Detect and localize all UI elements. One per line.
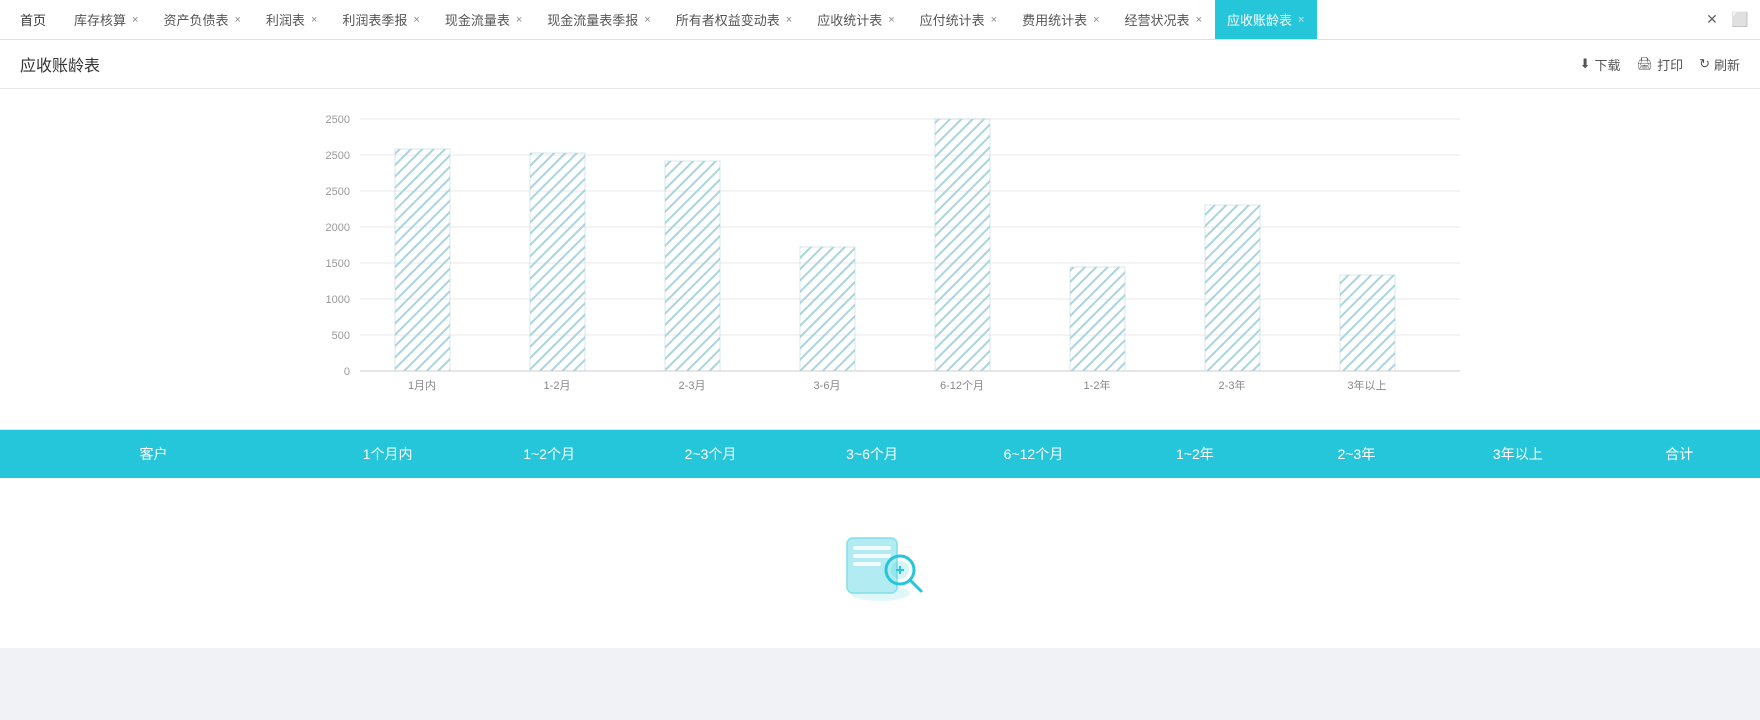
- svg-text:0: 0: [344, 366, 350, 378]
- svg-text:1500: 1500: [326, 258, 350, 270]
- tab-ar-stats[interactable]: 应收统计表 ×: [805, 0, 907, 40]
- tab-close-cashflow-quarterly[interactable]: ×: [644, 14, 650, 26]
- bar-1月内: [395, 149, 450, 371]
- chart-container: 2500 2500 2500 2000 1500 1000 500 0 1月内 …: [40, 109, 1720, 409]
- empty-state: [0, 478, 1760, 648]
- maximize-button[interactable]: ⬜: [1732, 12, 1748, 28]
- svg-text:3-6月: 3-6月: [814, 380, 841, 392]
- refresh-icon: ↻: [1699, 56, 1710, 72]
- tab-label-balance-sheet: 资产负债表: [163, 10, 228, 29]
- tab-home[interactable]: 首页: [4, 10, 62, 29]
- tab-close-ap-stats[interactable]: ×: [991, 14, 997, 26]
- table-col-5: 6~12个月: [953, 430, 1114, 478]
- table-col-9: 合计: [1599, 430, 1760, 478]
- tab-ar-aging[interactable]: 应收账龄表 ×: [1215, 0, 1317, 40]
- tab-close-equity[interactable]: ×: [786, 14, 792, 26]
- tab-balance-sheet[interactable]: 资产负债表 ×: [151, 0, 253, 40]
- table-col-4: 3~6个月: [791, 430, 952, 478]
- tab-label-inventory: 库存核算: [74, 10, 126, 29]
- tab-operation-status[interactable]: 经营状况表 ×: [1113, 0, 1215, 40]
- table-col-7: 2~3年: [1276, 430, 1437, 478]
- tab-close-ar-stats[interactable]: ×: [888, 14, 894, 26]
- bar-2-3月: [665, 161, 720, 371]
- tab-close-ar-aging[interactable]: ×: [1298, 14, 1304, 26]
- svg-text:2000: 2000: [326, 222, 350, 234]
- main-content: 2500 2500 2500 2000 1500 1000 500 0 1月内 …: [0, 89, 1760, 648]
- print-icon: 🖨: [1637, 56, 1654, 72]
- page-title: 应收账龄表: [20, 52, 100, 76]
- svg-text:2500: 2500: [326, 114, 350, 126]
- tab-label-equity: 所有者权益变动表: [676, 10, 780, 29]
- table-col-1: 1个月内: [307, 430, 468, 478]
- tab-profit-quarterly[interactable]: 利润表季报 ×: [330, 0, 432, 40]
- svg-text:1-2年: 1-2年: [1084, 378, 1111, 392]
- tab-close-operation-status[interactable]: ×: [1196, 14, 1202, 26]
- tab-ap-stats[interactable]: 应付统计表 ×: [908, 0, 1010, 40]
- close-button[interactable]: ✕: [1704, 12, 1720, 28]
- tab-label-profit-quarterly: 利润表季报: [342, 10, 407, 29]
- bar-3-6月: [800, 247, 855, 371]
- svg-text:2-3年: 2-3年: [1219, 378, 1246, 392]
- table-col-6: 1~2年: [1114, 430, 1275, 478]
- refresh-button[interactable]: ↻ 刷新: [1699, 55, 1740, 74]
- svg-text:2500: 2500: [326, 150, 350, 162]
- table-col-8: 3年以上: [1437, 430, 1598, 478]
- print-button[interactable]: 🖨 打印: [1637, 55, 1684, 74]
- header-actions: ⬇ 下载 🖨 打印 ↻ 刷新: [1580, 55, 1740, 74]
- tab-close-cashflow[interactable]: ×: [516, 14, 522, 26]
- empty-state-icon: [825, 518, 935, 608]
- tab-label-ar-aging: 应收账龄表: [1227, 10, 1292, 29]
- download-button[interactable]: ⬇ 下载: [1580, 55, 1621, 74]
- bar-chart: 2500 2500 2500 2000 1500 1000 500 0 1月内 …: [40, 109, 1720, 409]
- tab-bar: 首页 库存核算×资产负债表×利润表×利润表季报×现金流量表×现金流量表季报×所有…: [0, 0, 1760, 40]
- table-col-0: 客户: [0, 430, 307, 478]
- page-header: 应收账龄表 ⬇ 下载 🖨 打印 ↻ 刷新: [0, 40, 1760, 89]
- bar-6-12月: [935, 119, 990, 371]
- table-header: 客户1个月内1~2个月2~3个月3~6个月6~12个月1~2年2~3年3年以上合…: [0, 430, 1760, 478]
- tab-label-operation-status: 经营状况表: [1125, 10, 1190, 29]
- table-col-2: 1~2个月: [468, 430, 629, 478]
- tab-label-expense-stats: 费用统计表: [1022, 10, 1087, 29]
- svg-text:500: 500: [332, 330, 350, 342]
- svg-text:6-12个月: 6-12个月: [940, 379, 984, 392]
- tab-inventory[interactable]: 库存核算 ×: [62, 0, 151, 40]
- svg-text:1月内: 1月内: [408, 378, 436, 392]
- tab-close-inventory[interactable]: ×: [132, 14, 138, 26]
- download-icon: ⬇: [1580, 56, 1591, 72]
- chart-area: 2500 2500 2500 2000 1500 1000 500 0 1月内 …: [0, 89, 1760, 430]
- tab-profit[interactable]: 利润表 ×: [254, 0, 330, 40]
- tab-label-profit: 利润表: [266, 10, 305, 29]
- svg-text:1-2月: 1-2月: [544, 380, 571, 392]
- tab-close-expense-stats[interactable]: ×: [1093, 14, 1099, 26]
- tab-label-ar-stats: 应收统计表: [817, 10, 882, 29]
- bar-2-3年: [1205, 205, 1260, 371]
- svg-text:2-3月: 2-3月: [679, 380, 706, 392]
- bar-1-2月: [530, 153, 585, 371]
- tab-expense-stats[interactable]: 费用统计表 ×: [1010, 0, 1112, 40]
- svg-text:1000: 1000: [326, 294, 350, 306]
- bar-3年以上: [1340, 275, 1395, 371]
- tab-cashflow-quarterly[interactable]: 现金流量表季报 ×: [535, 0, 663, 40]
- tab-label-ap-stats: 应付统计表: [920, 10, 985, 29]
- tab-close-profit-quarterly[interactable]: ×: [413, 14, 419, 26]
- svg-text:2500: 2500: [326, 186, 350, 198]
- tab-cashflow[interactable]: 现金流量表 ×: [433, 0, 535, 40]
- tab-close-balance-sheet[interactable]: ×: [234, 14, 240, 26]
- window-controls: ✕ ⬜: [1704, 12, 1756, 28]
- tab-label-cashflow-quarterly: 现金流量表季报: [547, 10, 638, 29]
- table-col-3: 2~3个月: [630, 430, 791, 478]
- tab-equity[interactable]: 所有者权益变动表 ×: [664, 0, 805, 40]
- tab-label-cashflow: 现金流量表: [445, 10, 510, 29]
- tab-close-profit[interactable]: ×: [311, 14, 317, 26]
- svg-text:3年以上: 3年以上: [1347, 378, 1386, 392]
- bar-1-2年: [1070, 267, 1125, 371]
